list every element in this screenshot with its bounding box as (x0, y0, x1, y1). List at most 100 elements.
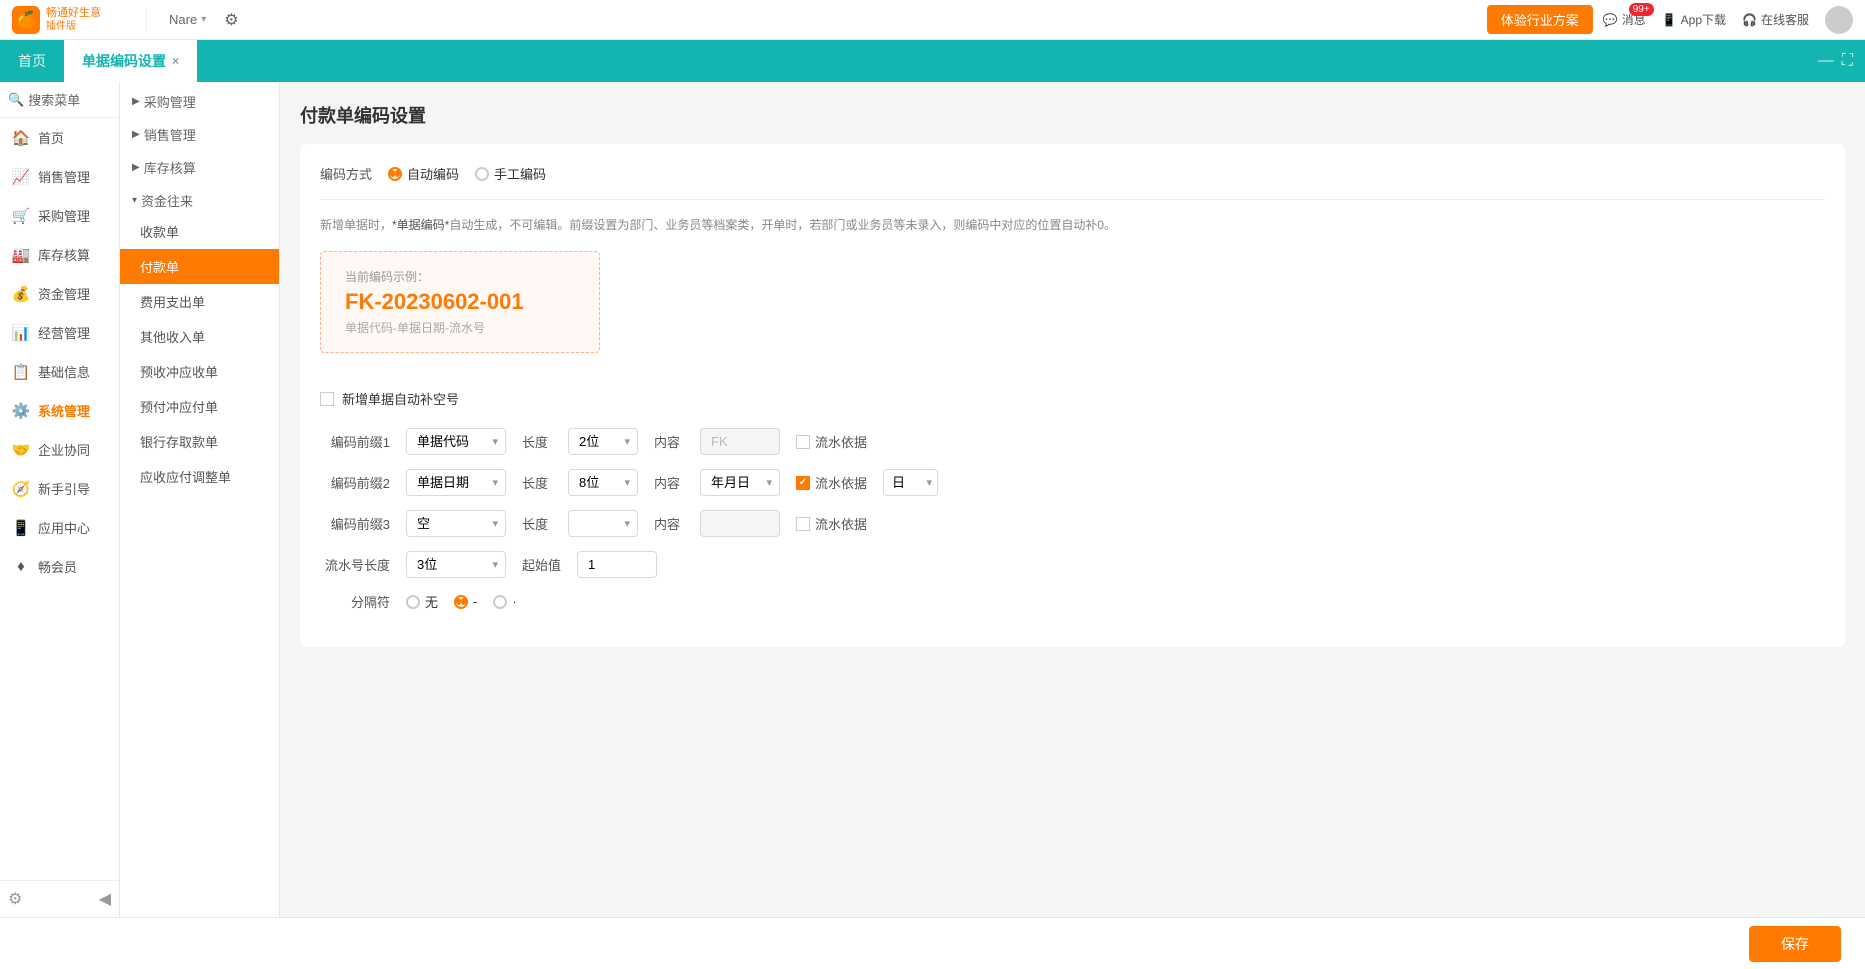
online-service-item[interactable]: 🎧 在线客服 (1742, 11, 1809, 28)
serial2-checkbox[interactable]: ✓ (796, 476, 810, 490)
serial-length-select[interactable]: 3位 (406, 551, 506, 578)
length3-select[interactable] (568, 510, 638, 537)
settings-icon[interactable]: ⚙ (224, 10, 238, 30)
sidebar-item-receipt[interactable]: 收款单 (120, 214, 279, 249)
app-download-label: App下载 (1681, 11, 1726, 28)
sidebar-item-expense[interactable]: 费用支出单 (120, 284, 279, 319)
minimize-icon[interactable]: — (1818, 52, 1834, 70)
group-purchase[interactable]: ▶ 采购管理 (120, 82, 279, 115)
serial1-label: 流水依据 (815, 432, 867, 451)
settings-bottom-icon[interactable]: ⚙ (8, 889, 22, 909)
sidebar-item-inventory[interactable]: 🏭 库存核算 (0, 235, 119, 274)
sidebar-item-basic[interactable]: 📋 基础信息 (0, 352, 119, 391)
length1-label: 长度 (522, 432, 552, 451)
sidebar-item-purchase[interactable]: 🛒 采购管理 (0, 196, 119, 235)
sidebar-label-sales: 销售管理 (38, 167, 90, 186)
brand: 🍊 畅通好生意 插件版 (12, 6, 132, 34)
sidebar-bottom: ⚙ ◀ (0, 880, 119, 917)
serial3-checkbox-wrap[interactable]: 流水依据 (796, 514, 867, 533)
section-inventory: ▶ 库存核算 (120, 148, 279, 181)
maximize-icon[interactable]: ⛶ (1842, 52, 1853, 70)
sidebar-search[interactable]: 🔍 搜索菜单 (0, 82, 119, 118)
sidebar-item-home[interactable]: 🏠 首页 (0, 118, 119, 157)
serial1-checkbox[interactable] (796, 435, 810, 449)
group-inventory[interactable]: ▶ 库存核算 (120, 148, 279, 181)
separator-label: 分隔符 (320, 592, 390, 611)
serial1-checkbox-wrap[interactable]: 流水依据 (796, 432, 867, 451)
tab-encode-setting[interactable]: 单据编码设置 × (64, 40, 197, 82)
save-button[interactable]: 保存 (1749, 926, 1841, 962)
sidebar-item-adjust[interactable]: 应收应付调整单 (120, 459, 279, 494)
auto-fill-checkbox[interactable] (320, 392, 334, 406)
sidebar-label-home: 首页 (38, 128, 64, 147)
prefix1-select[interactable]: 单据代码 (406, 428, 506, 455)
serial2-checkbox-wrap[interactable]: ✓ 流水依据 (796, 473, 867, 492)
sidebar-item-enterprise[interactable]: 🤝 企业协同 (0, 430, 119, 469)
sidebar-item-apps[interactable]: 📱 应用中心 (0, 508, 119, 547)
avatar[interactable] (1825, 6, 1853, 34)
separator-dot-radio[interactable]: · (493, 594, 516, 609)
group-sales[interactable]: ▶ 销售管理 (120, 115, 279, 148)
experience-btn[interactable]: 体验行业方案 (1487, 5, 1593, 34)
separator-dot-label: · (512, 594, 516, 609)
left-sidebar: 🔍 搜索菜单 🏠 首页 📈 销售管理 🛒 采购管理 🏭 库存核算 💰 (0, 82, 120, 917)
prefix2-select-wrap: 单据日期 (406, 469, 506, 496)
message-icon-item[interactable]: 💬 消息 99+ (1603, 11, 1646, 28)
group-sales-label: 销售管理 (144, 125, 196, 144)
group-capital[interactable]: ▾ 资金往来 (120, 181, 279, 214)
brand-text: 畅通好生意 插件版 (46, 6, 101, 33)
content2-select[interactable]: 年月日 (700, 469, 780, 496)
manual-encode-radio[interactable]: 手工编码 (475, 164, 546, 183)
sidebar-label-purchase: 采购管理 (38, 206, 90, 225)
sales-icon: 📈 (12, 168, 30, 186)
prefix3-label: 编码前缀3 (320, 514, 390, 533)
collapse-icon[interactable]: ◀ (99, 889, 111, 909)
sidebar-item-system[interactable]: ⚙️ 系统管理 (0, 391, 119, 430)
content3-input[interactable] (700, 510, 780, 537)
sidebar-item-advance-pay[interactable]: 预付冲应付单 (120, 389, 279, 424)
nav-dropdown[interactable]: Nare ▾ (161, 8, 214, 31)
tab-home[interactable]: 首页 (0, 40, 64, 82)
serial-length-row: 流水号长度 3位 起始值 (320, 551, 1825, 578)
app-download-item[interactable]: 📱 App下载 (1662, 11, 1726, 28)
sidebar-item-other-income[interactable]: 其他收入单 (120, 319, 279, 354)
sidebar-item-advance-receive[interactable]: 预收冲应收单 (120, 354, 279, 389)
sidebar-item-newbie[interactable]: 🧭 新手引导 (0, 469, 119, 508)
prefix2-select[interactable]: 单据日期 (406, 469, 506, 496)
group-inventory-label: 库存核算 (144, 158, 196, 177)
sidebar-label-inventory: 库存核算 (38, 245, 90, 264)
serial2-day-wrap: 日 月 年 (883, 469, 938, 496)
length2-label: 长度 (522, 473, 552, 492)
system-icon: ⚙️ (12, 402, 30, 420)
auto-encode-radio[interactable]: 自动编码 (388, 164, 459, 183)
newbie-icon: 🧭 (12, 480, 30, 498)
sidebar-item-sales[interactable]: 📈 销售管理 (0, 157, 119, 196)
sidebar-item-bank[interactable]: 银行存取款单 (120, 424, 279, 459)
sidebar-item-member[interactable]: ♦ 畅会员 (0, 547, 119, 586)
length2-select[interactable]: 8位 (568, 469, 638, 496)
tab-close-icon[interactable]: × (172, 54, 179, 68)
preview-box: 当前编码示例： FK-20230602-001 单据代码-单据日期-流水号 (320, 251, 600, 353)
separator-dash-radio[interactable]: - (454, 594, 477, 609)
length1-select[interactable]: 2位 (568, 428, 638, 455)
serial3-checkbox[interactable] (796, 517, 810, 531)
length2-select-wrap: 8位 (568, 469, 638, 496)
group-capital-label: 资金往来 (141, 191, 193, 210)
sidebar-label-finance: 资金管理 (38, 284, 90, 303)
separator-none-label: 无 (425, 592, 438, 611)
sidebar-item-finance[interactable]: 💰 资金管理 (0, 274, 119, 313)
start-value-input[interactable] (577, 551, 657, 578)
serial2-day-select[interactable]: 日 月 年 (883, 469, 938, 496)
auto-encode-label: 自动编码 (407, 164, 459, 183)
preview-label: 当前编码示例： (345, 268, 575, 285)
sidebar-label-apps: 应用中心 (38, 518, 90, 537)
prefix3-select[interactable]: 空 (406, 510, 506, 537)
section-purchase: ▶ 采购管理 (120, 82, 279, 115)
separator-none-circle (406, 595, 420, 609)
separator-none-radio[interactable]: 无 (406, 592, 438, 611)
content1-label: 内容 (654, 432, 684, 451)
sidebar-item-payment[interactable]: 付款单 (120, 249, 279, 284)
sidebar-item-operation[interactable]: 📊 经营管理 (0, 313, 119, 352)
prefix1-row: 编码前缀1 单据代码 长度 2位 内容 流水依据 (320, 428, 1825, 455)
content1-input[interactable] (700, 428, 780, 455)
